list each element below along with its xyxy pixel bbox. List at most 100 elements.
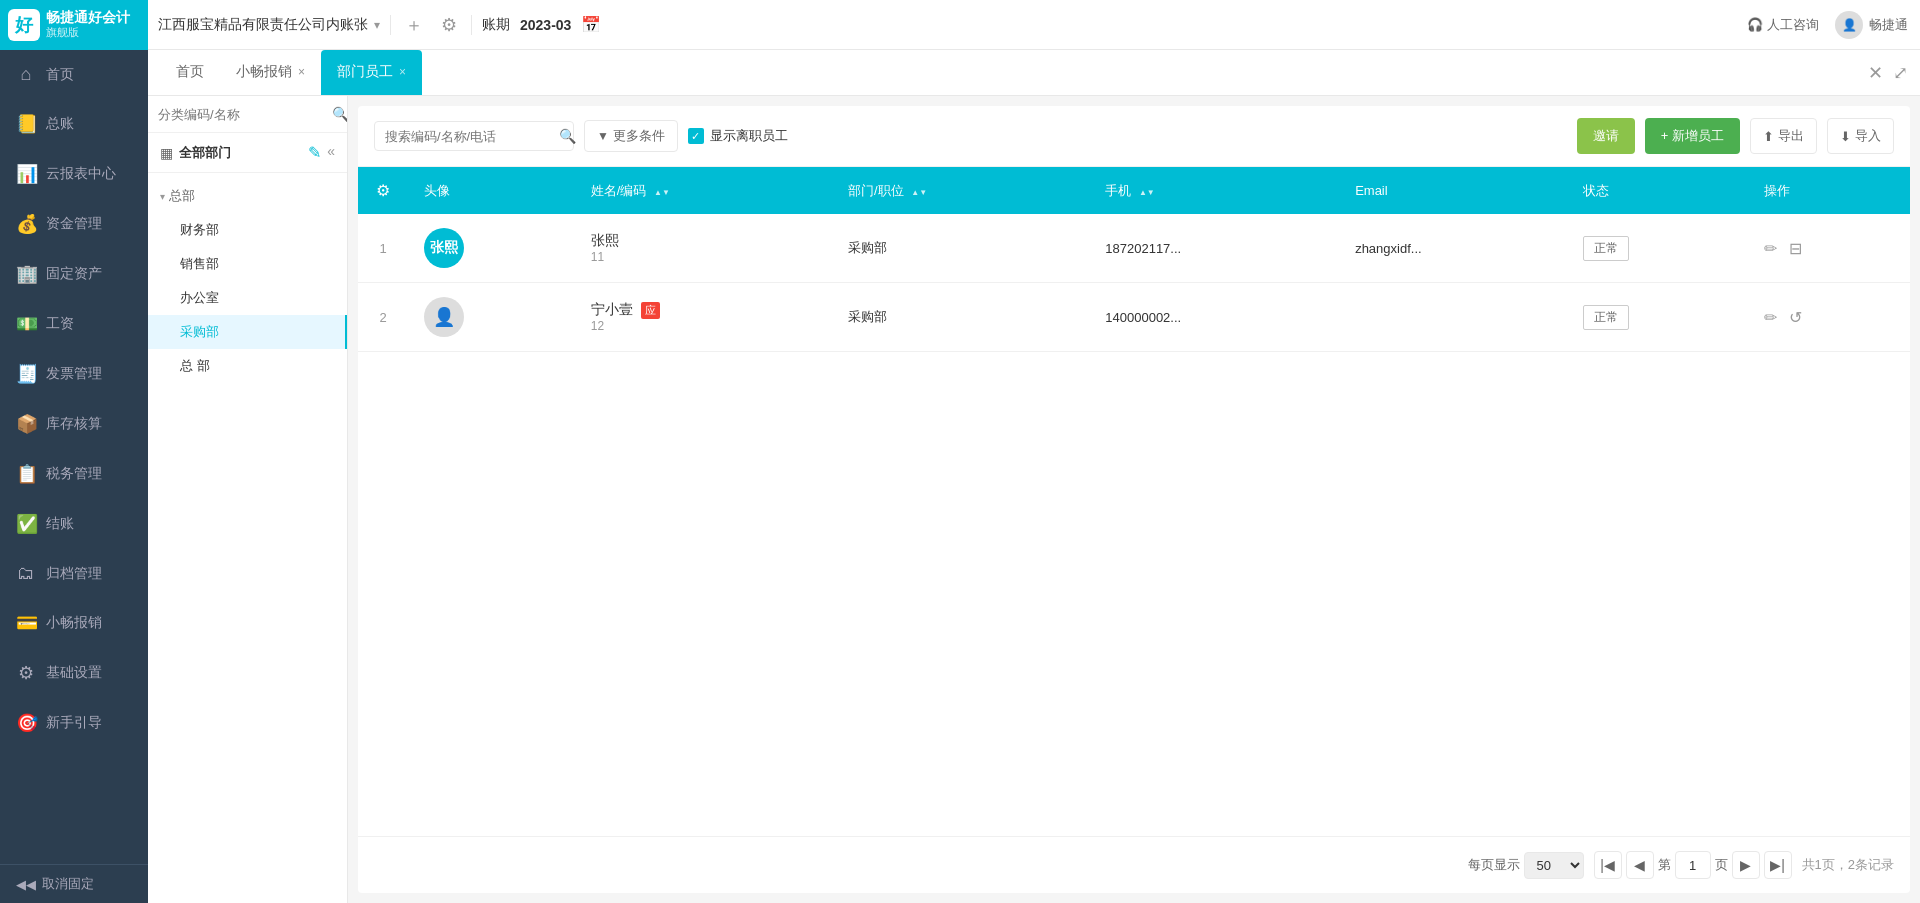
sidebar-item-settings[interactable]: ⚙ 基础设置 [0,648,148,698]
dept-search-input[interactable] [158,107,326,122]
dept-item-caiwu[interactable]: 财务部 [148,213,347,247]
per-page-label: 每页显示 [1468,856,1520,874]
row2-avatar: 👤 [408,283,575,352]
sidebar-label-guide: 新手引导 [46,714,102,732]
row2-name: 宁小壹 应 12 [575,283,832,352]
col-avatar: 头像 [408,167,575,214]
add-tab-button[interactable]: ＋ [401,13,427,37]
sidebar-item-funds[interactable]: 💰 资金管理 [0,199,148,249]
page-input[interactable] [1675,851,1711,879]
tabs-bar: 首页 小畅报销 × 部门员工 × ✕ ⤢ [148,50,1920,96]
total-info: 共1页，2条记录 [1802,856,1894,874]
dept-item-caigou[interactable]: 采购部 [148,315,347,349]
col-name[interactable]: 姓名/编码 ▲▼ [575,167,832,214]
logout-button-1[interactable]: ⊟ [1789,239,1802,258]
support-button[interactable]: 🎧 人工咨询 [1747,16,1819,34]
sidebar-item-inventory[interactable]: 📦 库存核算 [0,399,148,449]
sidebar-item-tax[interactable]: 📋 税务管理 [0,449,148,499]
refresh-button-2[interactable]: ↺ [1789,308,1802,327]
add-employee-button[interactable]: + 新增员工 [1645,118,1740,154]
sidebar-item-expense[interactable]: 💳 小畅报销 [0,598,148,648]
col-phone[interactable]: 手机 ▲▼ [1089,167,1339,214]
close-tab-button[interactable]: ✕ [1868,62,1883,84]
row1-actions: ✏ ⊟ [1748,214,1910,283]
first-page-button[interactable]: |◀ [1594,851,1622,879]
sidebar-label-invoice: 发票管理 [46,365,102,383]
show-resigned-toggle[interactable]: ✓ 显示离职员工 [688,127,788,145]
sidebar-item-guide[interactable]: 🎯 新手引导 [0,698,148,748]
logo-icon: 好 [8,9,40,41]
tab-expense[interactable]: 小畅报销 × [220,50,321,95]
sidebar-item-checkout[interactable]: ✅ 结账 [0,499,148,549]
calendar-icon[interactable]: 📅 [581,15,601,34]
action-icons-2: ✏ ↺ [1764,308,1894,327]
sidebar-label-assets: 固定资产 [46,265,102,283]
employee-panel: 🔍 ▼ 更多条件 ✓ 显示离职员工 邀请 + 新增员工 ⬆ [358,106,1910,893]
dept-item-bangongshi[interactable]: 办公室 [148,281,347,315]
dept-arrow-icon: ▾ [160,191,165,202]
dept-collapse-button[interactable]: « [327,143,335,162]
emp-search-input[interactable] [385,129,553,144]
assets-icon: 🏢 [16,263,36,285]
row2-dept: 采购部 [832,283,1089,352]
logo-area: 好 畅捷通好会计 旗舰版 [0,0,148,50]
di-label: 第 [1658,856,1671,874]
dept-panel: 🔍 ▦ 全部部门 ✎ « ▾ 总部 [148,96,348,903]
sort-dept-icon: ▲▼ [911,189,927,197]
row2-status: 正常 [1567,283,1748,352]
row1-phone: 187202117... [1089,214,1339,283]
settings-button[interactable]: ⚙ [437,14,461,36]
app-title: 畅捷通好会计 [46,9,130,26]
table-settings-icon[interactable]: ⚙ [376,182,390,199]
page-nav: |◀ ◀ 第 页 ▶ ▶| [1594,851,1792,879]
export-button[interactable]: ⬆ 导出 [1750,118,1817,154]
tab-home[interactable]: 首页 [160,50,220,95]
divider-1 [390,15,391,35]
tab-expense-close[interactable]: × [298,65,305,79]
content-area: 首页 小畅报销 × 部门员工 × ✕ ⤢ 🔍 [148,50,1920,903]
col-dept[interactable]: 部门/职位 ▲▼ [832,167,1089,214]
sort-phone-icon: ▲▼ [1139,189,1155,197]
emp-search-icon[interactable]: 🔍 [559,128,576,144]
user-name: 畅捷通 [1869,16,1908,34]
dept-search-icon[interactable]: 🔍 [332,106,348,122]
unpin-button[interactable]: ◀◀ 取消固定 [0,864,148,903]
invite-button[interactable]: 邀请 [1577,118,1635,154]
sidebar-item-ledger[interactable]: 📒 总账 [0,99,148,149]
dept-parent-label: 总部 [169,187,195,205]
tab-dept[interactable]: 部门员工 × [321,50,422,95]
next-page-button[interactable]: ▶ [1732,851,1760,879]
edit-button-2[interactable]: ✏ [1764,308,1777,327]
dept-item-xiaoshou[interactable]: 销售部 [148,247,347,281]
company-selector[interactable]: 江西服宝精品有限责任公司内账张 ▾ [158,16,380,34]
import-button[interactable]: ⬇ 导入 [1827,118,1894,154]
dept-parent-zongbu[interactable]: ▾ 总部 [148,179,347,213]
top-right: 🎧 人工咨询 👤 畅捷通 [1747,11,1908,39]
last-page-button[interactable]: ▶| [1764,851,1792,879]
expand-tab-button[interactable]: ⤢ [1893,62,1908,84]
dept-item-zongbu[interactable]: 总 部 [148,349,347,383]
export-icon: ⬆ [1763,129,1774,144]
divider-2 [471,15,472,35]
sidebar-item-assets[interactable]: 🏢 固定资产 [0,249,148,299]
sidebar-item-home[interactable]: ⌂ 首页 [0,50,148,99]
sidebar-item-invoice[interactable]: 🧾 发票管理 [0,349,148,399]
filter-button[interactable]: ▼ 更多条件 [584,120,678,152]
avatar: 👤 [1835,11,1863,39]
sidebar-item-salary[interactable]: 💵 工资 [0,299,148,349]
import-label: 导入 [1855,127,1881,145]
prev-page-button[interactable]: ◀ [1626,851,1654,879]
dept-add-button[interactable]: ✎ [308,143,321,162]
avatar-zhang: 张熙 [424,228,464,268]
period-value: 2023-03 [520,17,571,33]
company-dropdown-arrow: ▾ [374,18,380,32]
table-row: 2 👤 宁小壹 应 12 [358,283,1910,352]
emp-name-ning: 宁小壹 [591,301,633,317]
sidebar-item-reports[interactable]: 📊 云报表中心 [0,149,148,199]
sidebar-label-home: 首页 [46,66,74,84]
sidebar-item-archive[interactable]: 🗂 归档管理 [0,549,148,598]
edit-button-1[interactable]: ✏ [1764,239,1777,258]
user-area[interactable]: 👤 畅捷通 [1835,11,1908,39]
tab-dept-close[interactable]: × [399,65,406,79]
per-page-dropdown[interactable]: 50 20 100 [1524,852,1584,879]
